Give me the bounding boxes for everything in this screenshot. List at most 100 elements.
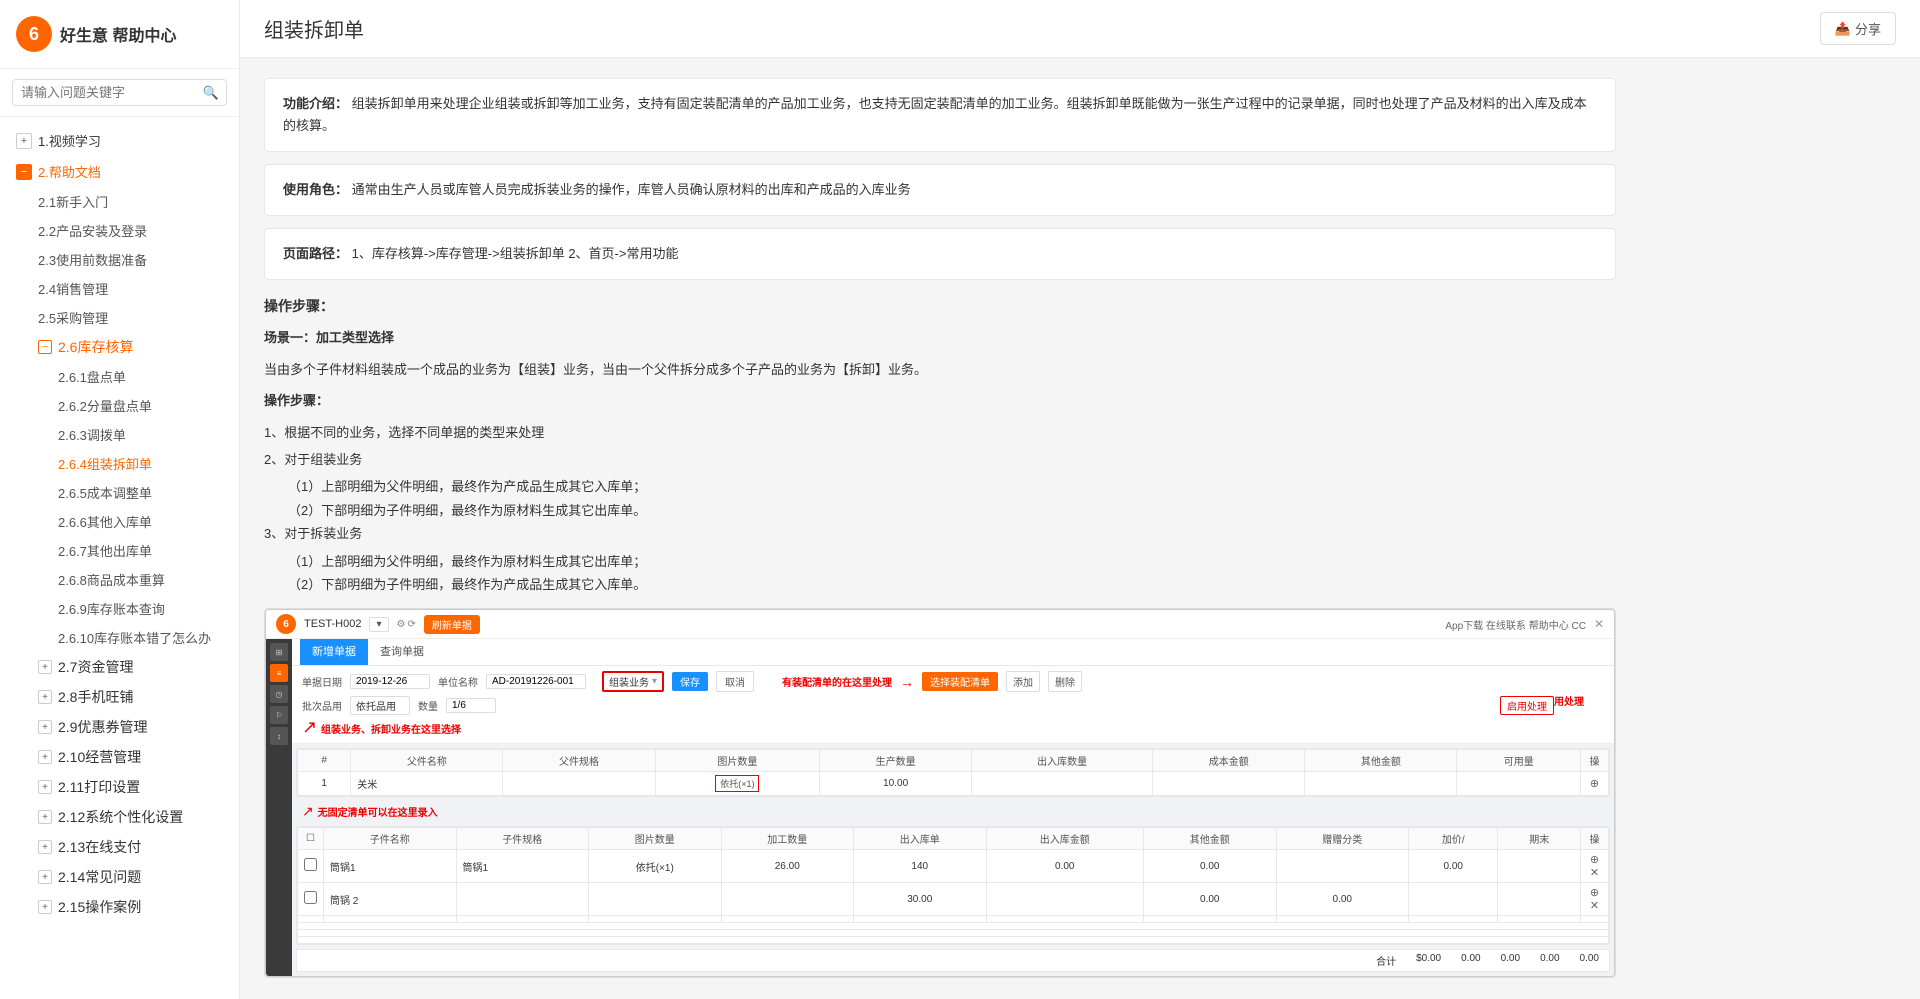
td-img-box: 依托(×1) xyxy=(715,775,759,792)
mock-strip-icon-5[interactable]: ↕ xyxy=(270,727,288,745)
sidebar-item-26[interactable]: − 2.6库存核算 xyxy=(38,332,239,362)
mock-refresh-btn[interactable]: 刷新单据 xyxy=(424,615,480,634)
mock-enable-btn[interactable]: 启用处理 xyxy=(1500,696,1554,715)
mock-del-btn[interactable]: 删除 xyxy=(1048,671,1082,692)
ltd-inout2: 30.00 xyxy=(854,883,987,916)
sidebar-item-24[interactable]: 2.4销售管理 xyxy=(38,274,239,303)
ltd-op2[interactable]: ⊕ ✕ xyxy=(1581,883,1609,916)
copy-icon-l2[interactable]: ⊕ xyxy=(1590,887,1599,899)
ltd-proc2 xyxy=(721,883,854,916)
ltd-spec1: 筒锅1 xyxy=(456,850,589,883)
td-op[interactable]: ⊕ xyxy=(1581,772,1609,796)
mock-select-text: ▾ xyxy=(376,619,381,630)
sidebar-label-1: 1.视频学习 xyxy=(38,131,101,150)
mock-select[interactable]: ▾ xyxy=(369,617,388,632)
search-input-wrap[interactable]: 🔍 xyxy=(12,79,227,106)
ltd-other1: 0.00 xyxy=(1144,850,1277,883)
mock-strip-icon-1[interactable]: ⊞ xyxy=(270,643,288,661)
sidebar-item-23[interactable]: 2.3使用前数据准备 xyxy=(38,245,239,274)
ltd-chk2[interactable] xyxy=(298,883,324,916)
mock-save-btn[interactable]: 保存 xyxy=(672,672,708,691)
del-icon-l2[interactable]: ✕ xyxy=(1590,900,1599,912)
sidebar-item-28[interactable]: + 2.8手机旺铺 xyxy=(38,682,239,712)
mock-tab-new[interactable]: 新增单据 xyxy=(300,639,368,665)
sidebar-item-266[interactable]: 2.6.6其他入库单 xyxy=(58,507,239,536)
content-area: 功能介绍： 组装拆卸单用来处理企业组装或拆卸等加工业务，支持有固定装配清单的产品… xyxy=(240,58,1640,999)
mock-doc-input[interactable] xyxy=(486,674,586,689)
td-inout xyxy=(972,772,1153,796)
mock-type-text: 组装业务 xyxy=(609,674,649,689)
sidebar-item-267[interactable]: 2.6.7其他出库单 xyxy=(58,536,239,565)
sidebar-item-2610[interactable]: 2.6.10库存账本错了怎么办 xyxy=(58,623,239,652)
mock-add-row-btn[interactable]: 添加 xyxy=(1006,671,1040,692)
total-val2: 0.00 xyxy=(1461,953,1480,968)
ltd-chk1[interactable] xyxy=(298,850,324,883)
ltd-inoutamt2 xyxy=(986,883,1144,916)
sidebar-item-212[interactable]: + 2.12系统个性化设置 xyxy=(38,802,239,832)
ltd-price1: 0.00 xyxy=(1409,850,1498,883)
ltd-empty3h xyxy=(1144,916,1277,923)
sidebar-item-25[interactable]: 2.5采购管理 xyxy=(38,303,239,332)
sidebar-item-265[interactable]: 2.6.5成本调整单 xyxy=(58,478,239,507)
mock-batch-input[interactable]: 依托品用 xyxy=(350,696,410,715)
mock-date-input[interactable] xyxy=(350,674,430,689)
sidebar-item-2[interactable]: − 2.帮助文档 xyxy=(0,156,239,187)
lth-op: 操 xyxy=(1581,828,1609,850)
logo-text: 好生意 帮助中心 xyxy=(60,22,176,46)
mock-cancel-btn[interactable]: 取消 xyxy=(716,671,754,692)
sidebar-item-22[interactable]: 2.2产品安装及登录 xyxy=(38,216,239,245)
row-checkbox-1[interactable] xyxy=(304,858,317,871)
sidebar-item-1[interactable]: + 1.视频学习 xyxy=(0,125,239,156)
share-button[interactable]: 📤 分享 xyxy=(1820,12,1896,45)
td-other xyxy=(1305,772,1457,796)
expand-icon-29: + xyxy=(38,720,52,734)
expand-icon-27: + xyxy=(38,660,52,674)
sidebar-item-213[interactable]: + 2.13在线支付 xyxy=(38,832,239,862)
sidebar-item-29[interactable]: + 2.9优惠券管理 xyxy=(38,712,239,742)
mock-upper-table-wrap: # 父件名称 父件规格 图片数量 生产数量 出入库数量 成本金额 其他金额 可用 xyxy=(296,748,1610,797)
sidebar-item-261[interactable]: 2.6.1盘点单 xyxy=(58,362,239,391)
mock-refresh-icons: ⚙ ⟳ xyxy=(397,619,416,630)
sidebar-label-27: 2.7资金管理 xyxy=(58,657,133,677)
mock-qty-input[interactable] xyxy=(446,698,496,713)
sidebar-item-215[interactable]: + 2.15操作案例 xyxy=(38,892,239,922)
mock-form-row2: 批次品用 依托品用 数量 启用处理 启用处理 xyxy=(302,696,1604,715)
sidebar-item-214[interactable]: + 2.14常见问题 xyxy=(38,862,239,892)
td-spec xyxy=(503,772,655,796)
sidebar-label-2: 2.帮助文档 xyxy=(38,162,101,181)
sidebar-item-264[interactable]: 2.6.4组装拆卸单 xyxy=(58,449,239,478)
sidebar-item-268[interactable]: 2.6.8商品成本重算 xyxy=(58,565,239,594)
lth-spec: 子件规格 xyxy=(456,828,589,850)
sidebar-item-262[interactable]: 2.6.2分量盘点单 xyxy=(58,391,239,420)
step2-sub1: （1）上部明细为父件明细，最终作为产成品生成其它入库单； xyxy=(264,475,1616,498)
mock-strip-icon-2[interactable]: ≡ xyxy=(270,664,288,682)
ltd-price2 xyxy=(1409,883,1498,916)
row-checkbox-2[interactable] xyxy=(304,891,317,904)
sidebar-item-211[interactable]: + 2.11打印设置 xyxy=(38,772,239,802)
sidebar-item-263[interactable]: 2.6.3调拨单 xyxy=(58,420,239,449)
sidebar-item-210[interactable]: + 2.10经营管理 xyxy=(38,742,239,772)
ltd-op1[interactable]: ⊕ ✕ xyxy=(1581,850,1609,883)
mock-lower-table: ☐ 子件名称 子件规格 图片数量 加工数量 出入库单 出入库金额 其他金额 赠赠 xyxy=(297,827,1609,944)
mock-strip-icon-4[interactable]: ⚐ xyxy=(270,706,288,724)
role-label: 使用角色： xyxy=(283,182,348,197)
lth-inout: 出入库单 xyxy=(854,828,987,850)
mock-close-icon[interactable]: ✕ xyxy=(1594,617,1604,631)
td-avail xyxy=(1457,772,1581,796)
mock-tab-query[interactable]: 查询单据 xyxy=(368,639,436,665)
sidebar-item-269[interactable]: 2.6.9库存账本查询 xyxy=(58,594,239,623)
mock-strip-icon-3[interactable]: ◷ xyxy=(270,685,288,703)
total-val4: 0.00 xyxy=(1540,953,1559,968)
annotation-bom: 有装配清单的在这里处理 xyxy=(782,674,892,689)
copy-icon[interactable]: ⊕ xyxy=(1590,778,1599,790)
sidebar-item-21[interactable]: 2.1新手入门 xyxy=(38,187,239,216)
sidebar-item-27[interactable]: + 2.7资金管理 xyxy=(38,652,239,682)
del-icon-l1[interactable]: ✕ xyxy=(1590,867,1599,879)
copy-icon-l1[interactable]: ⊕ xyxy=(1590,854,1599,866)
expand-icon-2: − xyxy=(16,164,32,180)
path-label: 页面路径： xyxy=(283,246,348,261)
mock-type-select[interactable]: 组装业务 ▾ xyxy=(602,671,664,692)
lth-name: 子件名称 xyxy=(324,828,457,850)
search-input[interactable] xyxy=(12,79,227,106)
mock-select-bom-btn[interactable]: 选择装配清单 xyxy=(922,672,998,691)
